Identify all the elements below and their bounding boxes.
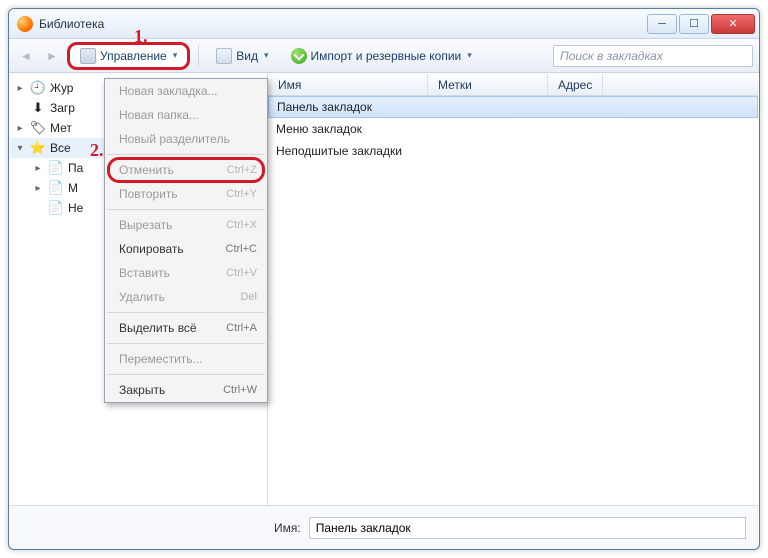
menu-item-shortcut: Del — [240, 291, 257, 303]
folder-icon: 📄 — [48, 160, 64, 176]
menu-item-label: Закрыть — [119, 383, 215, 397]
menu-item: Отменить Ctrl+Z — [105, 158, 267, 182]
folder-icon: 📄 — [48, 200, 64, 216]
import-label: Импорт и резервные копии — [311, 49, 462, 63]
manage-icon — [80, 48, 96, 64]
maximize-button[interactable]: ☐ — [679, 14, 709, 34]
sidebar-item-label: Не — [68, 201, 83, 215]
menu-item-label: Выделить всё — [119, 321, 218, 335]
menu-item-label: Вырезать — [119, 218, 218, 232]
menu-item[interactable]: Копировать Ctrl+C — [105, 237, 267, 261]
window-title: Библиотека — [39, 17, 104, 31]
chevron-down-icon: ▾ — [467, 50, 472, 61]
search-placeholder: Поиск в закладках — [560, 49, 663, 63]
menu-item-label: Отменить — [119, 163, 219, 177]
annotation-2: 2. — [90, 140, 104, 161]
menu-separator — [107, 312, 265, 313]
menu-separator — [107, 154, 265, 155]
menu-item-label: Новая закладка... — [119, 84, 257, 98]
sidebar-item-label: Загр — [50, 101, 75, 115]
menu-item-shortcut: Ctrl+A — [226, 322, 257, 334]
annotation-1: 1. — [134, 26, 148, 47]
menu-item: Повторить Ctrl+Y — [105, 182, 267, 206]
list-item[interactable]: Неподшитые закладки — [268, 140, 758, 162]
back-button[interactable]: ◄ — [15, 45, 37, 67]
menu-item-shortcut: Ctrl+X — [226, 219, 257, 231]
col-address[interactable]: Адрес — [548, 74, 603, 95]
import-button[interactable]: Импорт и резервные копии ▾ — [282, 44, 481, 68]
folder-icon: ⬇ — [30, 100, 46, 116]
folder-icon: 🏷 — [30, 120, 46, 136]
manage-button[interactable]: Управление ▾ — [67, 42, 190, 70]
menu-item-label: Повторить — [119, 187, 218, 201]
menu-item-shortcut: Ctrl+V — [226, 267, 257, 279]
menu-item-label: Вставить — [119, 266, 218, 280]
manage-label: Управление — [100, 49, 167, 63]
name-field-label: Имя: — [274, 521, 301, 535]
menu-item-label: Новая папка... — [119, 108, 257, 122]
name-field[interactable] — [309, 517, 746, 539]
sidebar-item-label: Мет — [50, 121, 72, 135]
menu-item: Вырезать Ctrl+X — [105, 213, 267, 237]
folder-icon: 🕘 — [30, 80, 46, 96]
menu-item-label: Удалить — [119, 290, 232, 304]
twisty-icon: ▸ — [14, 123, 26, 134]
details-pane: Имя: — [10, 505, 758, 549]
view-icon — [216, 48, 232, 64]
menu-item-shortcut: Ctrl+Y — [226, 188, 257, 200]
menu-item-label: Копировать — [119, 242, 218, 256]
chevron-down-icon: ▾ — [173, 50, 178, 61]
menu-item[interactable]: Выделить всё Ctrl+A — [105, 316, 267, 340]
menu-item-shortcut: Ctrl+W — [223, 384, 257, 396]
col-name[interactable]: Имя — [268, 74, 428, 95]
menu-item: Новая папка... — [105, 103, 267, 127]
menu-item: Переместить... — [105, 347, 267, 371]
menu-item-shortcut: Ctrl+C — [226, 243, 257, 255]
close-button[interactable]: ✕ — [711, 14, 755, 34]
menu-separator — [107, 343, 265, 344]
toolbar: ◄ ► Управление ▾ Вид ▾ Импорт и резервны… — [9, 39, 759, 73]
titlebar[interactable]: Библиотека ─ ☐ ✕ — [9, 9, 759, 39]
menu-item-label: Новый разделитель — [119, 132, 257, 146]
menu-separator — [107, 374, 265, 375]
twisty-icon: ▸ — [14, 83, 26, 94]
window-buttons: ─ ☐ ✕ — [647, 14, 755, 34]
search-input[interactable]: Поиск в закладках — [553, 45, 753, 67]
menu-item: Новая закладка... — [105, 79, 267, 103]
column-headers[interactable]: Имя Метки Адрес — [268, 74, 758, 96]
menu-item-label: Переместить... — [119, 352, 257, 366]
view-button[interactable]: Вид ▾ — [207, 44, 277, 68]
sidebar-item-label: М — [68, 181, 78, 195]
menu-item: Удалить Del — [105, 285, 267, 309]
col-tags[interactable]: Метки — [428, 74, 548, 95]
twisty-icon: ▾ — [14, 143, 26, 154]
sidebar-item-label: Па — [68, 161, 83, 175]
twisty-icon: ▸ — [32, 183, 44, 194]
list-item[interactable]: Меню закладок — [268, 118, 758, 140]
sidebar-item-label: Жур — [50, 81, 73, 95]
menu-separator — [107, 209, 265, 210]
list-item[interactable]: Панель закладок — [268, 96, 758, 118]
minimize-button[interactable]: ─ — [647, 14, 677, 34]
folder-icon: ⭐ — [30, 140, 46, 156]
import-icon — [291, 48, 307, 64]
manage-menu[interactable]: Новая закладка... Новая папка... Новый раз… — [104, 78, 268, 403]
menu-item: Вставить Ctrl+V — [105, 261, 267, 285]
folder-icon: 📄 — [48, 180, 64, 196]
view-label: Вид — [236, 49, 258, 63]
firefox-icon — [17, 16, 33, 32]
bookmark-list[interactable]: Панель закладокМеню закладокНеподшитые з… — [268, 96, 758, 162]
forward-button[interactable]: ► — [41, 45, 63, 67]
twisty-icon: ▸ — [32, 163, 44, 174]
menu-item[interactable]: Закрыть Ctrl+W — [105, 378, 267, 402]
main-panel: Имя Метки Адрес Панель закладокМеню закл… — [268, 74, 758, 505]
menu-item: Новый разделитель — [105, 127, 267, 151]
separator — [198, 45, 199, 67]
chevron-down-icon: ▾ — [264, 50, 269, 61]
sidebar-item-label: Все — [50, 141, 71, 155]
menu-item-shortcut: Ctrl+Z — [227, 164, 257, 176]
